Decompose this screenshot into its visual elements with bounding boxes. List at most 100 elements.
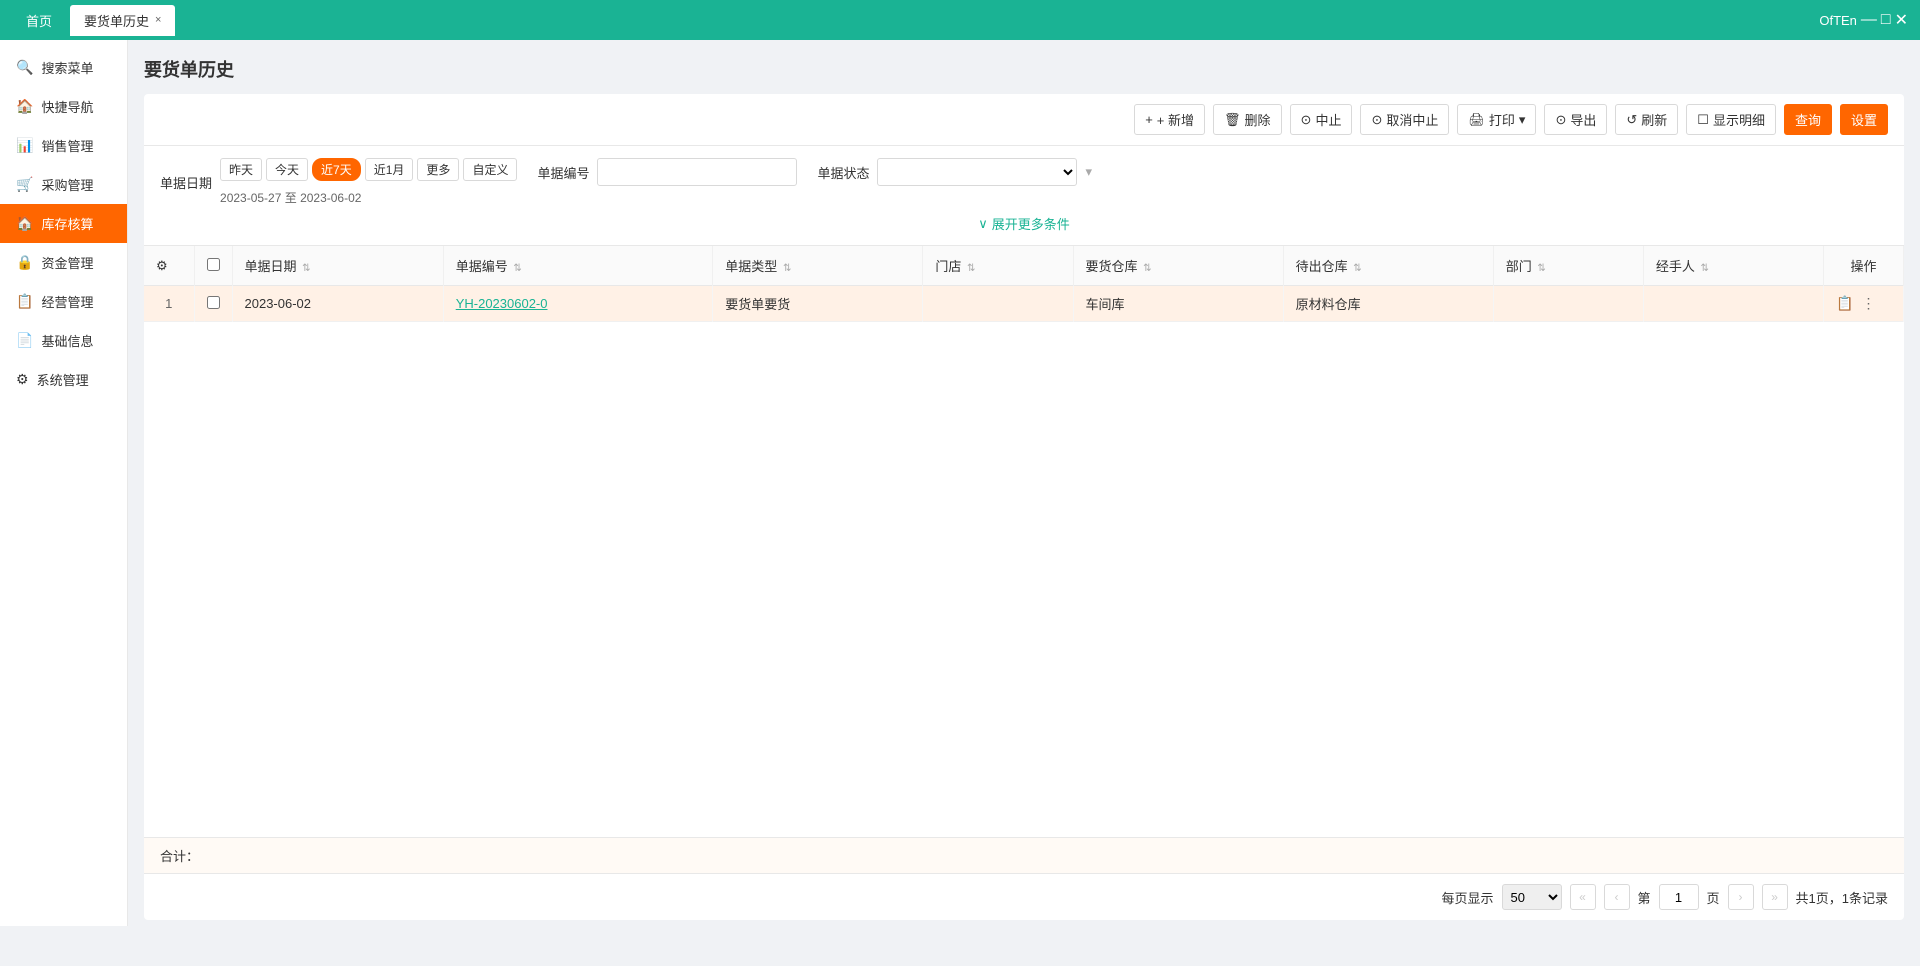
sales-mgmt-icon: 📊 — [16, 137, 33, 154]
today-btn[interactable]: 今天 — [266, 158, 308, 181]
sidebar-item-quick-nav[interactable]: 🏠 快捷导航 — [0, 87, 127, 126]
page-size-label: 每页显示 — [1441, 888, 1493, 907]
page-size-select[interactable]: 50 10 20 100 — [1502, 884, 1562, 910]
settings-label: 设置 — [1851, 110, 1877, 129]
prev-page-btn[interactable]: ‹ — [1604, 884, 1630, 910]
export-icon: ⊙ — [1555, 112, 1566, 128]
tab-home[interactable]: 首页 — [12, 5, 66, 36]
doc-status-dropdown-icon: ▾ — [1085, 164, 1092, 180]
tab-close-btn[interactable]: × — [155, 14, 161, 26]
table-header-row: ⚙ 单据日期 ⇅ 单据编号 ⇅ — [144, 246, 1904, 286]
sidebar-item-ops-mgmt[interactable]: 📋 经营管理 — [0, 282, 127, 321]
th-doc-number[interactable]: 单据编号 ⇅ — [443, 246, 713, 286]
delete-label: 删除 — [1245, 110, 1271, 129]
more-btn[interactable]: 更多 — [417, 158, 459, 181]
sidebar-item-sys-label: 系统管理 — [37, 370, 89, 389]
sys-mgmt-icon: ⚙ — [16, 371, 29, 388]
sidebar-item-sales-label: 销售管理 — [41, 136, 93, 155]
stop-button[interactable]: ⊙ 中止 — [1290, 104, 1353, 135]
expand-chevron-icon: ∨ — [978, 216, 988, 232]
row-handler — [1643, 286, 1823, 322]
th-department[interactable]: 部门 ⇅ — [1493, 246, 1643, 286]
table-row: 1 2023-06-02 YH-20230602-0 要货单要货 车间库 原材料… — [144, 286, 1904, 322]
basic-info-icon: 📄 — [16, 332, 33, 349]
cancel-stop-button[interactable]: ⊙ 取消中止 — [1360, 104, 1449, 135]
sidebar-item-basic-info[interactable]: 📄 基础信息 — [0, 321, 127, 360]
select-all-checkbox[interactable] — [207, 258, 220, 271]
refresh-button[interactable]: ↺ 刷新 — [1615, 104, 1678, 135]
quick-nav-icon: 🏠 — [16, 98, 33, 115]
yesterday-btn[interactable]: 昨天 — [220, 158, 262, 181]
sidebar-item-quicknav-label: 快捷导航 — [41, 97, 93, 116]
row-doc-number[interactable]: YH-20230602-0 — [443, 286, 713, 322]
sidebar-item-purchase-mgmt[interactable]: 🛒 采购管理 — [0, 165, 127, 204]
sidebar-item-sys-mgmt[interactable]: ⚙ 系统管理 — [0, 360, 127, 399]
page-title: 要货单历史 — [144, 56, 1904, 82]
row-more-icon[interactable]: ⋮ — [1861, 295, 1875, 312]
row-req-warehouse: 车间库 — [1073, 286, 1283, 322]
th-req-warehouse[interactable]: 要货仓库 ⇅ — [1073, 246, 1283, 286]
often-text: OfTEn — [1819, 13, 1857, 28]
th-settings[interactable]: ⚙ — [144, 246, 194, 286]
row-store — [923, 286, 1073, 322]
tab-active[interactable]: 要货单历史 × — [70, 5, 175, 36]
settings-button[interactable]: 设置 — [1840, 104, 1888, 135]
window-close-icon[interactable]: ✕ — [1895, 10, 1908, 30]
expand-more-btn[interactable]: ∨ 展开更多条件 — [160, 214, 1888, 233]
content-card: + + 新增 🗑 删除 ⊙ 中止 ⊙ 取消中止 🖨 打印 ▾ ⊙ — [144, 94, 1904, 920]
ops-mgmt-icon: 📋 — [16, 293, 33, 310]
sort-store-icon: ⇅ — [967, 263, 975, 274]
th-handler[interactable]: 经手人 ⇅ — [1643, 246, 1823, 286]
sidebar-item-search-label: 搜索菜单 — [41, 58, 93, 77]
th-operation: 操作 — [1824, 246, 1904, 286]
toolbar: + + 新增 🗑 删除 ⊙ 中止 ⊙ 取消中止 🖨 打印 ▾ ⊙ — [144, 94, 1904, 146]
th-store[interactable]: 门店 ⇅ — [923, 246, 1073, 286]
page-number-input[interactable] — [1659, 884, 1699, 910]
display-detail-checkbox: ☐ — [1697, 112, 1709, 128]
settings-gear-icon: ⚙ — [156, 258, 168, 273]
th-checkbox — [194, 246, 232, 286]
sidebar-item-search-menu[interactable]: 🔍 搜索菜单 — [0, 48, 127, 87]
th-doc-date[interactable]: 单据日期 ⇅ — [232, 246, 443, 286]
doc-number-input[interactable] — [597, 158, 797, 186]
restore-icon[interactable]: □ — [1881, 11, 1891, 29]
doc-status-select[interactable] — [877, 158, 1077, 186]
date-range-text: 2023-05-27 至 2023-06-02 — [220, 189, 517, 206]
export-button[interactable]: ⊙ 导出 — [1544, 104, 1607, 135]
last1month-btn[interactable]: 近1月 — [365, 158, 414, 181]
th-pending-warehouse[interactable]: 待出仓库 ⇅ — [1283, 246, 1493, 286]
print-button[interactable]: 🖨 打印 ▾ — [1457, 104, 1536, 135]
display-detail-button[interactable]: ☐ 显示明细 — [1686, 104, 1776, 135]
minimize-icon[interactable]: — — [1861, 11, 1877, 29]
first-page-btn[interactable]: « — [1570, 884, 1596, 910]
next-page-btn[interactable]: › — [1728, 884, 1754, 910]
pagination: 每页显示 50 10 20 100 « ‹ 第 页 › » 共1页，1条记录 — [144, 873, 1904, 920]
last7days-btn[interactable]: 近7天 — [312, 158, 361, 181]
last-page-btn[interactable]: » — [1762, 884, 1788, 910]
action-icons-group: 📋 ⋮ — [1836, 295, 1891, 312]
sidebar: 🔍 搜索菜单 🏠 快捷导航 📊 销售管理 🛒 采购管理 🏠 库存核算 🔒 资金管… — [0, 40, 128, 926]
doc-number-link[interactable]: YH-20230602-0 — [456, 296, 548, 311]
cancel-stop-icon: ⊙ — [1371, 112, 1382, 128]
row-edit-icon[interactable]: 📋 — [1836, 295, 1853, 312]
sort-req-warehouse-icon: ⇅ — [1143, 263, 1151, 274]
doc-date-label: 单据日期 — [160, 173, 212, 192]
query-button[interactable]: 查询 — [1784, 104, 1832, 135]
filter-doc-date-group: 单据日期 昨天 今天 近7天 近1月 更多 自定义 2023-05-27 至 2… — [160, 158, 517, 206]
custom-btn[interactable]: 自定义 — [463, 158, 517, 181]
delete-button[interactable]: 🗑 删除 — [1213, 104, 1282, 135]
sidebar-item-sales-mgmt[interactable]: 📊 销售管理 — [0, 126, 127, 165]
add-button[interactable]: + + 新增 — [1134, 104, 1205, 135]
th-doc-type[interactable]: 单据类型 ⇅ — [713, 246, 923, 286]
refresh-label: 刷新 — [1641, 110, 1667, 129]
finance-mgmt-icon: 🔒 — [16, 254, 33, 271]
filter-date-buttons: 昨天 今天 近7天 近1月 更多 自定义 — [220, 158, 517, 181]
row-checkbox[interactable] — [207, 296, 220, 309]
sort-pending-warehouse-icon: ⇅ — [1353, 263, 1361, 274]
print-label: 打印 — [1489, 110, 1515, 129]
main-content: 要货单历史 + + 新增 🗑 删除 ⊙ 中止 ⊙ 取消中止 🖨 打印 — [128, 40, 1920, 926]
export-label: 导出 — [1570, 110, 1596, 129]
sidebar-item-inventory[interactable]: 🏠 库存核算 — [0, 204, 127, 243]
sidebar-item-finance-mgmt[interactable]: 🔒 资金管理 — [0, 243, 127, 282]
print-dropdown-icon: ▾ — [1519, 112, 1526, 128]
